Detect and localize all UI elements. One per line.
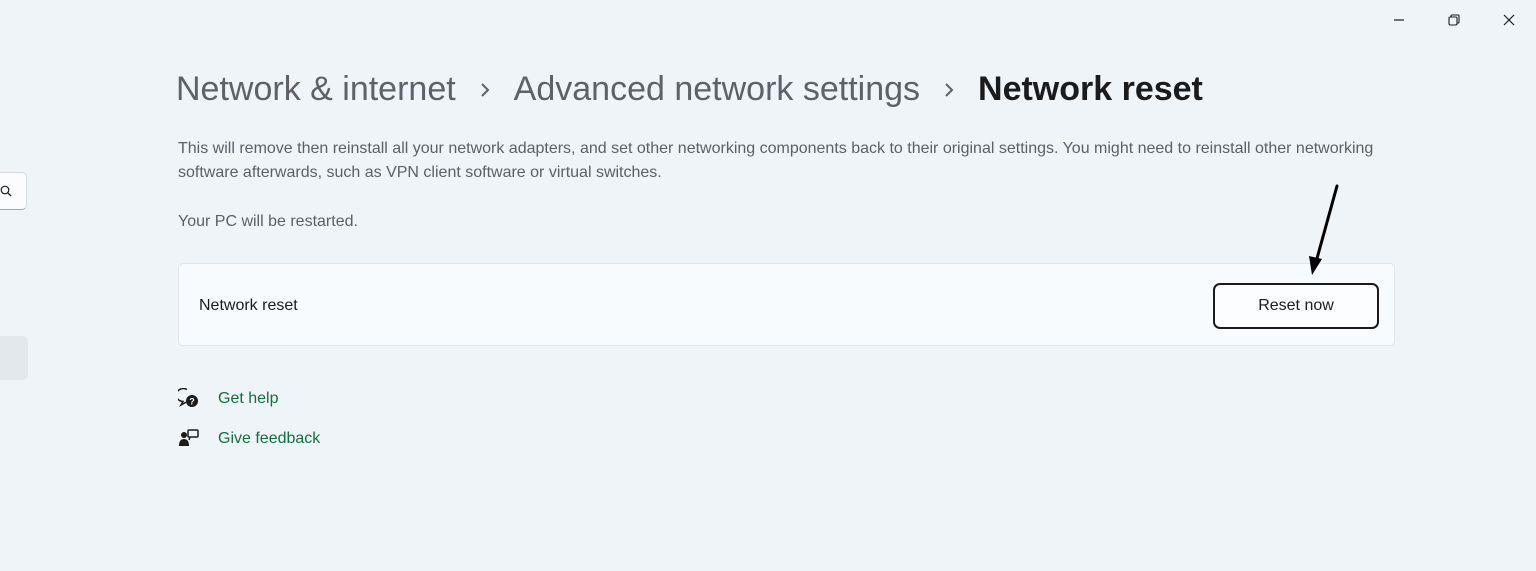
close-button[interactable] <box>1481 0 1536 40</box>
breadcrumb-advanced-network-settings[interactable]: Advanced network settings <box>514 70 920 109</box>
network-reset-label: Network reset <box>199 297 298 314</box>
give-feedback-label[interactable]: Give feedback <box>218 430 320 448</box>
restore-icon <box>1447 14 1460 26</box>
page-title: Network reset <box>978 70 1203 108</box>
page-description: This will remove then reinstall all your… <box>178 140 1374 181</box>
feedback-icon <box>178 428 199 449</box>
sidebar-selected-item[interactable] <box>0 336 28 380</box>
sidebar-search-box[interactable] <box>0 172 27 210</box>
chevron-right-icon <box>944 82 954 98</box>
svg-text:?: ? <box>189 397 195 407</box>
annotation-arrow <box>1309 184 1339 275</box>
breadcrumb: Network & internet Advanced network sett… <box>176 70 1203 109</box>
chevron-right-icon <box>480 82 490 98</box>
search-icon <box>0 185 12 197</box>
close-icon <box>1503 14 1514 26</box>
get-help-link[interactable]: ? Get help <box>178 388 278 409</box>
restore-button[interactable] <box>1426 0 1481 40</box>
restart-note: Your PC will be restarted. <box>178 213 358 230</box>
minimize-icon <box>1393 19 1404 21</box>
breadcrumb-network-internet[interactable]: Network & internet <box>176 70 456 109</box>
get-help-label[interactable]: Get help <box>218 390 278 408</box>
window-caption-controls <box>1371 0 1536 40</box>
help-chat-icon: ? <box>178 388 199 409</box>
minimize-button[interactable] <box>1371 0 1426 40</box>
give-feedback-link[interactable]: Give feedback <box>178 428 320 449</box>
reset-now-button[interactable]: Reset now <box>1213 283 1379 329</box>
network-reset-card: Network reset Reset now <box>178 263 1395 346</box>
